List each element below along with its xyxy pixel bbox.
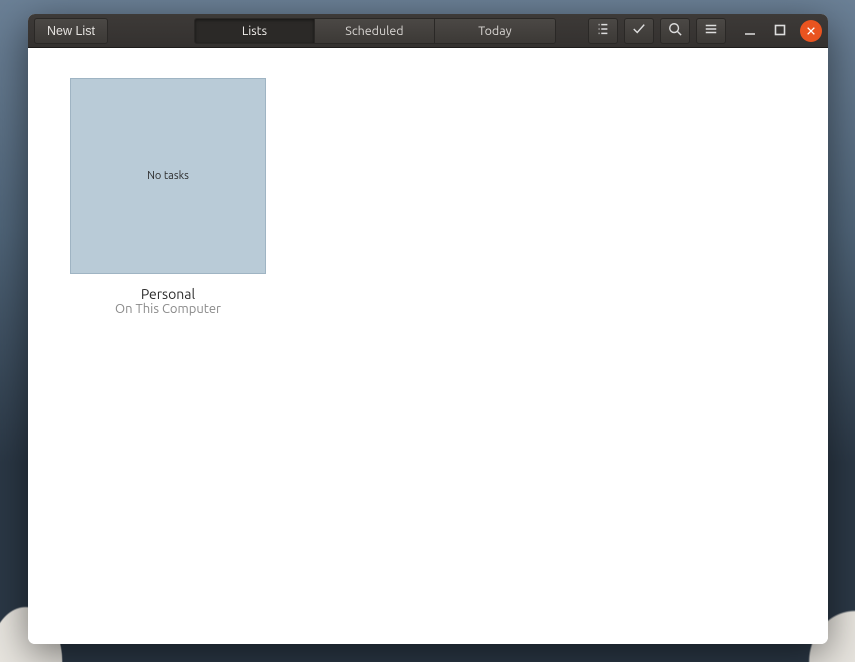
list-title: Personal xyxy=(141,286,195,302)
search-button[interactable] xyxy=(660,18,690,44)
minimize-icon xyxy=(744,22,756,40)
tab-scheduled[interactable]: Scheduled xyxy=(315,19,435,43)
lists-grid: No tasks Personal On This Computer xyxy=(28,48,828,644)
checkmark-icon xyxy=(632,22,646,40)
list-thumb-empty-label: No tasks xyxy=(147,170,189,182)
hamburger-menu-icon xyxy=(704,22,718,40)
tab-today[interactable]: Today xyxy=(435,19,555,43)
maximize-icon xyxy=(774,22,786,40)
list-thumbnail: No tasks xyxy=(70,78,266,274)
tasks-app-window: New List Lists Scheduled Today xyxy=(28,14,828,644)
minimize-button[interactable] xyxy=(740,21,760,41)
close-icon xyxy=(806,22,816,40)
show-completed-toggle-button[interactable] xyxy=(624,18,654,44)
close-button[interactable] xyxy=(800,20,822,42)
tab-lists[interactable]: Lists xyxy=(195,19,315,43)
list-view-toggle-button[interactable] xyxy=(588,18,618,44)
view-segmented-control: Lists Scheduled Today xyxy=(194,18,556,44)
list-card-personal[interactable]: No tasks Personal On This Computer xyxy=(68,78,268,316)
list-source-label: On This Computer xyxy=(115,302,221,316)
titlebar: New List Lists Scheduled Today xyxy=(28,14,828,48)
window-controls xyxy=(740,20,822,42)
new-list-button[interactable]: New List xyxy=(34,18,108,44)
maximize-button[interactable] xyxy=(770,21,790,41)
search-icon xyxy=(668,22,682,40)
app-menu-button[interactable] xyxy=(696,18,726,44)
list-view-icon xyxy=(596,22,610,40)
